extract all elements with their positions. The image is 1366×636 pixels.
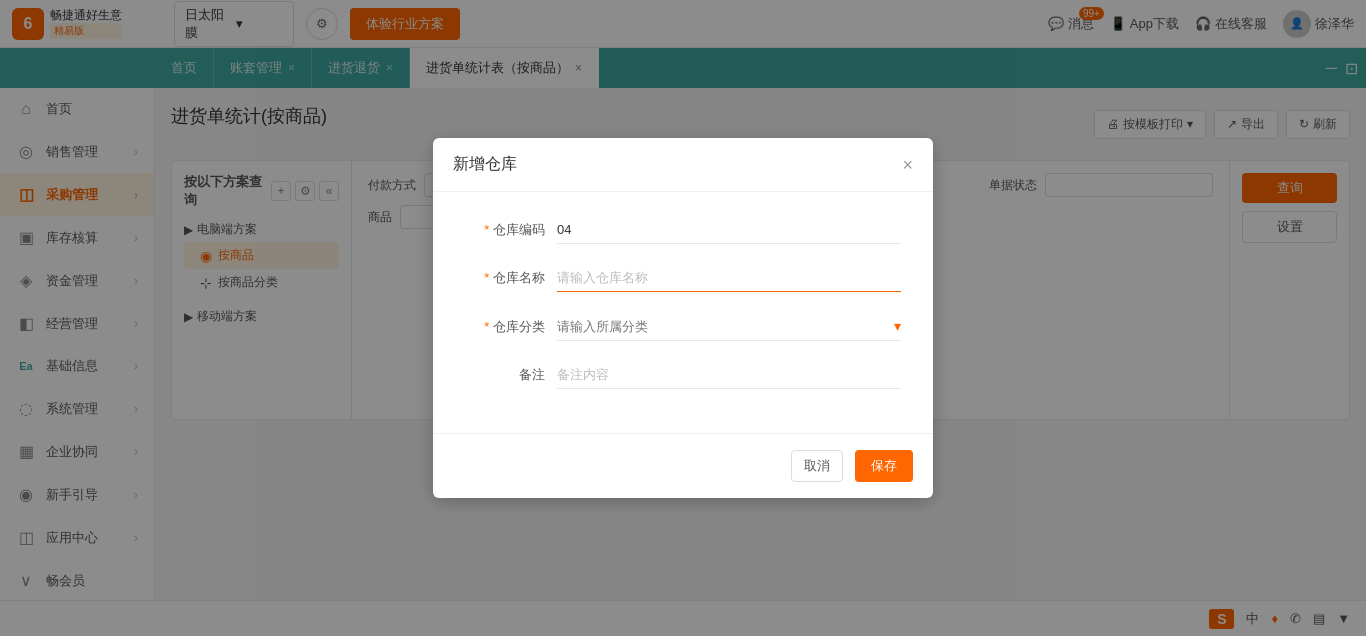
form-row-warehouse-category: 仓库分类 ▾ [465, 312, 901, 341]
warehouse-category-label: 仓库分类 [465, 318, 545, 336]
modal-header: 新增仓库 × [433, 138, 933, 192]
remark-label: 备注 [465, 366, 545, 384]
warehouse-name-input[interactable] [557, 264, 901, 292]
modal-body: 仓库编码 仓库名称 仓库分类 ▾ 备注 [433, 192, 933, 433]
warehouse-code-label: 仓库编码 [465, 221, 545, 239]
modal-title: 新增仓库 [453, 154, 517, 175]
warehouse-code-input[interactable] [557, 216, 901, 244]
form-row-warehouse-name: 仓库名称 [465, 264, 901, 292]
category-chevron-icon: ▾ [894, 318, 901, 334]
modal-new-warehouse: 新增仓库 × 仓库编码 仓库名称 仓库分类 ▾ 备注 取消 保存 [433, 138, 933, 498]
warehouse-name-label: 仓库名称 [465, 269, 545, 287]
warehouse-category-input[interactable] [557, 319, 894, 334]
remark-input[interactable] [557, 361, 901, 389]
save-button[interactable]: 保存 [855, 450, 913, 482]
form-row-remark: 备注 [465, 361, 901, 389]
modal-footer: 取消 保存 [433, 433, 933, 498]
cancel-button[interactable]: 取消 [791, 450, 843, 482]
modal-close-button[interactable]: × [902, 156, 913, 174]
form-row-warehouse-code: 仓库编码 [465, 216, 901, 244]
warehouse-category-select[interactable]: ▾ [557, 312, 901, 341]
